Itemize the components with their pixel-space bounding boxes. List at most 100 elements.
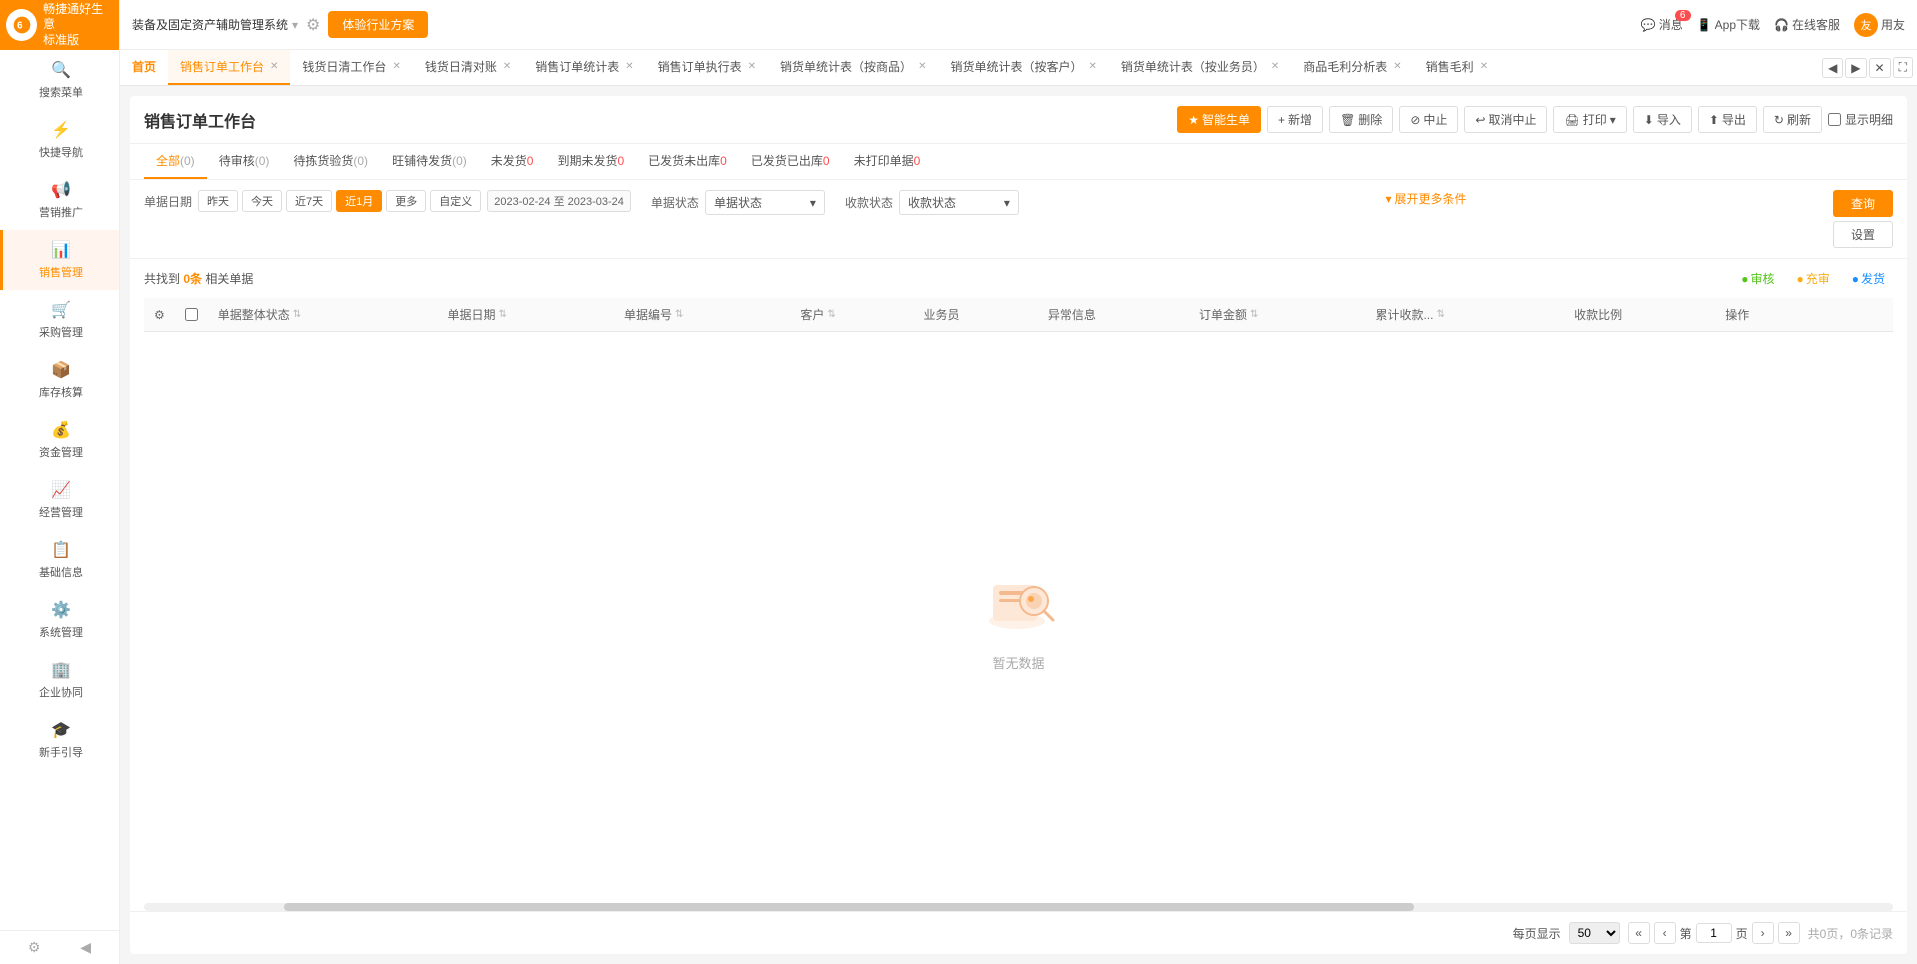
- tab-product-profit[interactable]: 商品毛利分析表 ✕: [1291, 50, 1413, 85]
- sidebar-item-finance[interactable]: 💰 资金管理: [0, 410, 119, 470]
- sub-tab-shipped-not-out[interactable]: 已发货未出库0: [636, 144, 739, 179]
- audit-button[interactable]: ● 审核: [1733, 267, 1782, 290]
- collected-sort-icon[interactable]: ⇅: [1436, 309, 1444, 320]
- first-page-button[interactable]: «: [1628, 922, 1650, 944]
- settings-bottom-icon[interactable]: ⚙: [28, 939, 41, 956]
- sidebar-item-basic-info[interactable]: 📋 基础信息: [0, 530, 119, 590]
- date-btn-more[interactable]: 更多: [386, 190, 426, 212]
- export-button[interactable]: ⬆ 导出: [1698, 106, 1757, 133]
- main-content: 装备及固定资产辅助管理系统 ▾ ⚙ 体验行业方案 💬 消息 6 📱 App下载 …: [120, 0, 1917, 964]
- ship-button[interactable]: ● 发货: [1844, 267, 1893, 290]
- tab-cash-reconcile[interactable]: 钱货日清对账 ✕: [413, 50, 523, 85]
- sidebar-item-marketing[interactable]: 📢 营销推广: [0, 170, 119, 230]
- expand-filter-button[interactable]: ▾ 展开更多条件: [1385, 190, 1466, 207]
- tab-cash-clear[interactable]: 钱货日清工作台 ✕: [290, 50, 412, 85]
- select-all-checkbox[interactable]: [185, 308, 198, 321]
- online-service-item[interactable]: 🎧 在线客服: [1774, 16, 1840, 33]
- query-button[interactable]: 查询: [1833, 190, 1893, 217]
- sidebar-item-operation[interactable]: 📈 经营管理: [0, 470, 119, 530]
- import-button[interactable]: ⬇ 导入: [1633, 106, 1692, 133]
- tab-sales-order-exec[interactable]: 销售订单执行表 ✕: [646, 50, 768, 85]
- sub-tab-overdue-not-shipped[interactable]: 到期未发货0: [545, 144, 636, 179]
- date-btn-today[interactable]: 今天: [242, 190, 282, 212]
- sub-tab-pending-review[interactable]: 待审核(0): [207, 144, 282, 179]
- tab-close-sales-profit[interactable]: ✕: [1480, 61, 1488, 72]
- sidebar-item-purchase[interactable]: 🛒 采购管理: [0, 290, 119, 350]
- last-page-button[interactable]: »: [1778, 922, 1800, 944]
- tab-sales-stat-product[interactable]: 销货单统计表（按商品） ✕: [768, 50, 938, 85]
- page-input[interactable]: [1696, 923, 1732, 943]
- delete-button[interactable]: 🗑 删除: [1329, 106, 1393, 133]
- sub-tab-not-shipped[interactable]: 未发货0: [479, 144, 546, 179]
- tab-sales-stat-staff[interactable]: 销货单统计表（按业务员） ✕: [1109, 50, 1291, 85]
- date-btn-7days[interactable]: 近7天: [286, 190, 332, 212]
- ops-col-label: 操作: [1725, 308, 1749, 322]
- tab-close-product-profit[interactable]: ✕: [1393, 61, 1401, 72]
- tab-prev-button[interactable]: ◀: [1822, 58, 1843, 78]
- horizontal-scrollbar[interactable]: [144, 903, 1893, 911]
- sub-tab-not-printed[interactable]: 未打印单据0: [842, 144, 933, 179]
- tab-close-cash-clear[interactable]: ✕: [392, 61, 400, 72]
- topbar-title: 装备及固定资产辅助管理系统 ▾: [132, 16, 298, 33]
- sub-tab-all[interactable]: 全部(0): [144, 144, 207, 179]
- app-download-item[interactable]: 📱 App下载: [1697, 16, 1760, 33]
- date-sort-icon[interactable]: ⇅: [499, 309, 507, 320]
- import-icon: ⬇: [1644, 113, 1654, 127]
- stop-button[interactable]: ⊘ 中止: [1399, 106, 1458, 133]
- next-page-button[interactable]: ›: [1752, 922, 1774, 944]
- date-btn-yesterday[interactable]: 昨天: [198, 190, 238, 212]
- sidebar-item-inventory[interactable]: 📦 库存核算: [0, 350, 119, 410]
- tab-sales-profit[interactable]: 销售毛利 ✕: [1414, 50, 1500, 85]
- tab-sales-workbench[interactable]: 销售订单工作台 ✕: [168, 50, 290, 85]
- tab-close-sales-stat-product[interactable]: ✕: [918, 61, 926, 72]
- tab-close-sales-workbench[interactable]: ✕: [270, 61, 278, 72]
- filter-payment-select[interactable]: 收款状态 ▾: [899, 190, 1019, 215]
- tabbar-nav: ◀ ▶ ✕ ⛶: [1818, 57, 1917, 78]
- add-button[interactable]: + 新增: [1267, 106, 1323, 133]
- tab-close-all-button[interactable]: ✕: [1869, 58, 1891, 78]
- customer-sort-icon[interactable]: ⇅: [827, 309, 835, 320]
- filter-status-select[interactable]: 单据状态 ▾: [705, 190, 825, 215]
- tab-close-sales-stat-customer[interactable]: ✕: [1088, 61, 1096, 72]
- per-page-select[interactable]: 50 10 20 100: [1569, 922, 1620, 944]
- sidebar-item-sales[interactable]: 📊 销售管理: [0, 230, 119, 290]
- tab-close-sales-stat-staff[interactable]: ✕: [1271, 61, 1279, 72]
- number-sort-icon[interactable]: ⇅: [675, 309, 683, 320]
- horizontal-scroll-thumb[interactable]: [284, 903, 1414, 911]
- amount-sort-icon[interactable]: ⇅: [1250, 309, 1258, 320]
- user-item[interactable]: 友 用友: [1854, 13, 1905, 37]
- sidebar-item-enterprise[interactable]: 🏢 企业协同: [0, 650, 119, 710]
- sidebar-item-quick-nav[interactable]: ⚡ 快捷导航: [0, 110, 119, 170]
- settings-col-icon[interactable]: ⚙: [154, 308, 165, 322]
- sidebar-item-search[interactable]: 🔍 搜索菜单: [0, 50, 119, 110]
- topbar-settings-icon[interactable]: ⚙: [306, 15, 320, 35]
- print-button[interactable]: 🖨 打印 ▾: [1553, 106, 1626, 133]
- page-header: 销售订单工作台 ★ 智能生单 + 新增 🗑 删除 ⊘: [130, 96, 1907, 144]
- tab-sales-order-stat[interactable]: 销售订单统计表 ✕: [523, 50, 645, 85]
- prev-page-button[interactable]: ‹: [1654, 922, 1676, 944]
- sub-tab-wangpu-pending[interactable]: 旺铺待发货(0): [380, 144, 479, 179]
- date-btn-1month[interactable]: 近1月: [336, 190, 382, 212]
- sub-tab-shipped-out[interactable]: 已发货已出库0: [739, 144, 842, 179]
- cancel-stop-button[interactable]: ↩ 取消中止: [1464, 106, 1547, 133]
- date-btn-custom[interactable]: 自定义: [430, 190, 481, 212]
- trial-button[interactable]: 体验行业方案: [328, 11, 428, 38]
- sidebar-item-guide[interactable]: 🎓 新手引导: [0, 710, 119, 770]
- set-button[interactable]: 设置: [1833, 221, 1893, 248]
- tab-close-cash-reconcile[interactable]: ✕: [503, 61, 511, 72]
- refresh-button[interactable]: ↻ 刷新: [1763, 106, 1822, 133]
- collapse-icon[interactable]: ◀: [80, 939, 91, 956]
- sidebar-item-system[interactable]: ⚙️ 系统管理: [0, 590, 119, 650]
- tab-close-sales-order-stat[interactable]: ✕: [625, 61, 633, 72]
- message-item[interactable]: 💬 消息 6: [1641, 16, 1683, 33]
- smart-create-button[interactable]: ★ 智能生单: [1177, 106, 1261, 133]
- tab-next-button[interactable]: ▶: [1845, 58, 1866, 78]
- revoke-button[interactable]: ● 充审: [1788, 267, 1837, 290]
- tab-fullscreen-button[interactable]: ⛶: [1893, 57, 1913, 78]
- show-detail-checkbox[interactable]: [1828, 113, 1841, 126]
- sub-tab-pending-inspect[interactable]: 待拣货验货(0): [281, 144, 380, 179]
- status-sort-icon[interactable]: ⇅: [293, 309, 301, 320]
- tab-close-sales-order-exec[interactable]: ✕: [748, 61, 756, 72]
- tab-sales-stat-customer[interactable]: 销货单统计表（按客户） ✕: [938, 50, 1108, 85]
- tab-home[interactable]: 首页: [120, 50, 168, 85]
